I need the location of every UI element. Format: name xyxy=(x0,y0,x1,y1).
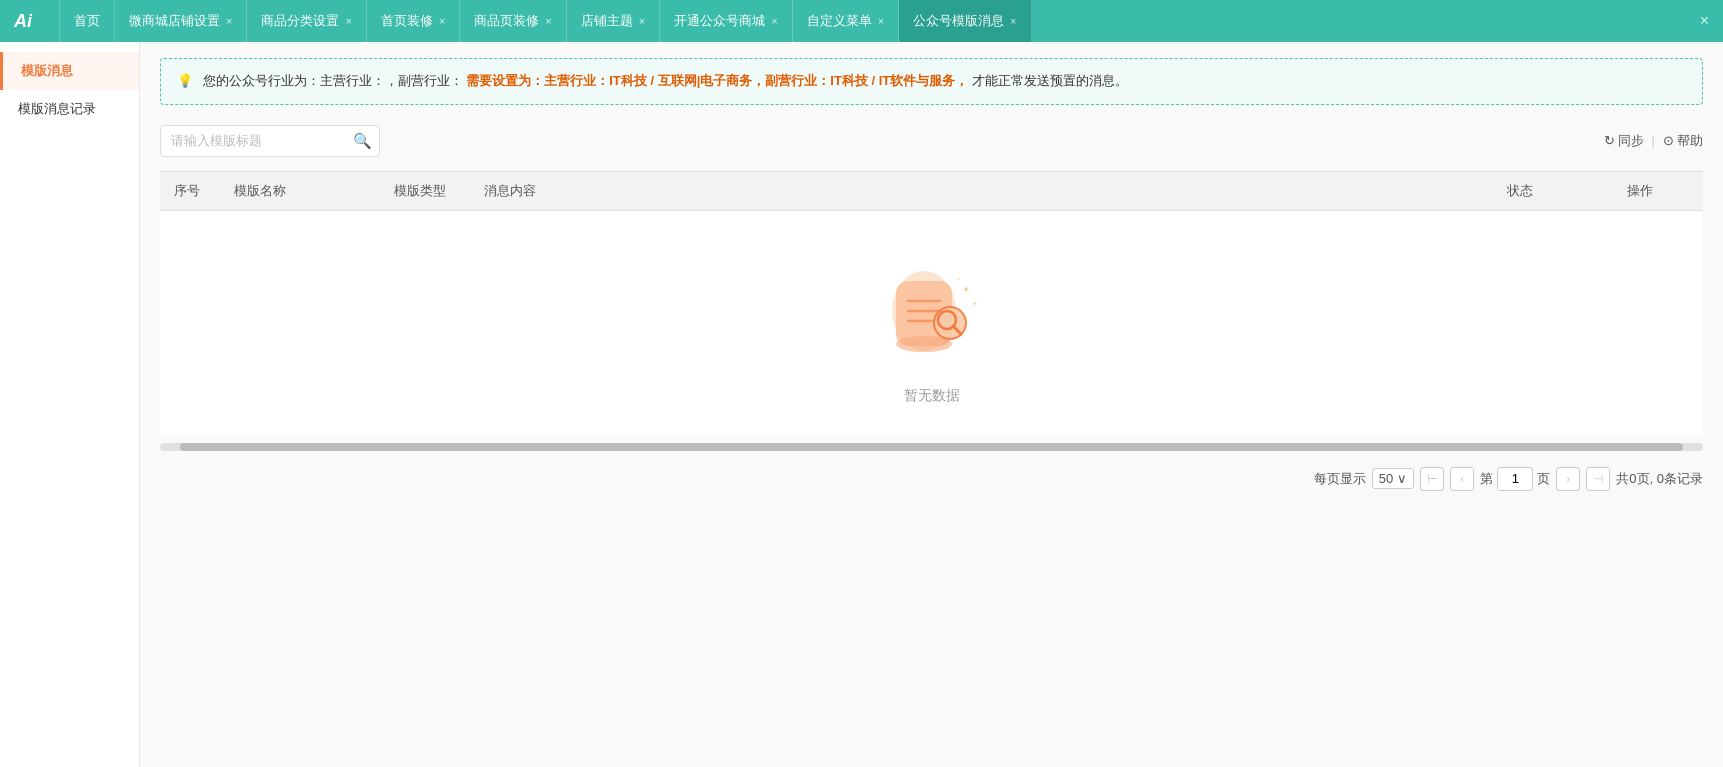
page-size-value: 50 xyxy=(1379,471,1393,486)
page-unit: 页 xyxy=(1537,470,1550,488)
notice-highlight: 需要设置为：主营行业：IT科技 / 互联网|电子商务，副营行业：IT科技 / I… xyxy=(466,73,968,88)
empty-text: 暂无数据 xyxy=(904,387,960,405)
nav-tab-open-wechat-shop[interactable]: 开通公众号商城× xyxy=(660,0,792,42)
nav-tab-product-page-deco[interactable]: 商品页装修× xyxy=(460,0,566,42)
col-header-content: 消息内容 xyxy=(470,171,1493,210)
main-layout: 模版消息模版消息记录 💡 您的公众号行业为：主营行业：，副营行业： 需要设置为：… xyxy=(0,42,1723,767)
col-header-seq: 序号 xyxy=(160,171,220,210)
sync-button[interactable]: ↻ 同步 xyxy=(1604,132,1644,150)
sync-icon: ↻ xyxy=(1604,133,1615,148)
nav-tab-homepage-deco[interactable]: 首页装修× xyxy=(367,0,460,42)
empty-state: ✦ ✦ ✦ 暂无数据 xyxy=(160,211,1703,435)
svg-text:✦: ✦ xyxy=(956,276,961,282)
search-bar: 🔍 ↻ 同步 | ⊙ 帮助 xyxy=(160,125,1703,157)
toolbar-divider: | xyxy=(1652,133,1655,148)
tab-close-custom-menu[interactable]: × xyxy=(878,15,884,27)
total-info: 共0页, 0条记录 xyxy=(1616,470,1703,488)
tab-close-wechat-template[interactable]: × xyxy=(1010,15,1016,27)
sidebar-item-template-msg[interactable]: 模版消息 xyxy=(0,52,139,90)
notice-suffix: 才能正常发送预置的消息。 xyxy=(972,73,1128,88)
notice-banner: 💡 您的公众号行业为：主营行业：，副营行业： 需要设置为：主营行业：IT科技 /… xyxy=(160,58,1703,105)
scrollbar-thumb[interactable] xyxy=(180,443,1683,451)
prev-page-button[interactable]: ‹ xyxy=(1450,467,1474,491)
col-header-status: 状态 xyxy=(1493,171,1613,210)
svg-text:✦: ✦ xyxy=(962,284,970,295)
help-button[interactable]: ⊙ 帮助 xyxy=(1663,132,1703,150)
nav-tab-home[interactable]: 首页 xyxy=(60,0,115,42)
help-icon: ⊙ xyxy=(1663,133,1674,148)
nav-tab-wechat-template[interactable]: 公众号模版消息× xyxy=(899,0,1031,42)
tab-close-open-wechat-shop[interactable]: × xyxy=(771,15,777,27)
last-page-button[interactable]: ⊣ xyxy=(1586,467,1610,491)
page-size-label: 每页显示 xyxy=(1314,470,1366,488)
tab-close-product-category[interactable]: × xyxy=(345,15,351,27)
logo: Ai xyxy=(0,0,60,42)
top-navigation: Ai 首页微商城店铺设置×商品分类设置×首页装修×商品页装修×店铺主题×开通公众… xyxy=(0,0,1723,42)
page-label: 第 xyxy=(1480,470,1493,488)
empty-illustration: ✦ ✦ ✦ xyxy=(872,251,992,371)
page-number-input[interactable] xyxy=(1497,467,1533,491)
page-input-area: 第 页 xyxy=(1480,467,1550,491)
first-page-button[interactable]: ⊢ xyxy=(1420,467,1444,491)
global-close-button[interactable]: × xyxy=(1686,0,1723,42)
sidebar-item-template-msg-log[interactable]: 模版消息记录 xyxy=(0,90,139,128)
pagination: 每页显示 50 ∨ ⊢ ‹ 第 页 › ⊣ 共0页, 0条记录 xyxy=(160,463,1703,495)
content-area: 💡 您的公众号行业为：主营行业：，副营行业： 需要设置为：主营行业：IT科技 /… xyxy=(140,42,1723,767)
col-header-name: 模版名称 xyxy=(220,171,380,210)
horizontal-scrollbar[interactable] xyxy=(160,443,1703,451)
notice-prefix: 您的公众号行业为：主营行业：，副营行业： xyxy=(203,73,463,88)
toolbar-right: ↻ 同步 | ⊙ 帮助 xyxy=(1604,132,1703,150)
search-icon[interactable]: 🔍 xyxy=(353,132,372,150)
sync-label: 同步 xyxy=(1618,132,1644,150)
tab-close-homepage-deco[interactable]: × xyxy=(439,15,445,27)
nav-tab-wshop-settings[interactable]: 微商城店铺设置× xyxy=(115,0,247,42)
page-size-selector[interactable]: 50 ∨ xyxy=(1372,468,1414,489)
col-header-action: 操作 xyxy=(1613,171,1703,210)
sidebar: 模版消息模版消息记录 xyxy=(0,42,140,767)
col-header-type: 模版类型 xyxy=(380,171,470,210)
nav-tab-product-category[interactable]: 商品分类设置× xyxy=(247,0,366,42)
hint-icon: 💡 xyxy=(177,73,193,88)
tab-close-shop-theme[interactable]: × xyxy=(639,15,645,27)
tab-close-product-page-deco[interactable]: × xyxy=(545,15,551,27)
next-page-button[interactable]: › xyxy=(1556,467,1580,491)
svg-text:✦: ✦ xyxy=(972,300,978,307)
nav-tab-custom-menu[interactable]: 自定义菜单× xyxy=(793,0,899,42)
page-size-chevron: ∨ xyxy=(1397,471,1407,486)
tab-close-wshop-settings[interactable]: × xyxy=(226,15,232,27)
data-table: 序号模版名称模版类型消息内容状态操作 xyxy=(160,171,1703,435)
nav-tab-shop-theme[interactable]: 店铺主题× xyxy=(567,0,660,42)
help-label: 帮助 xyxy=(1677,132,1703,150)
search-input-wrap: 🔍 xyxy=(160,125,380,157)
search-input[interactable] xyxy=(160,125,380,157)
logo-text: Ai xyxy=(14,11,32,32)
